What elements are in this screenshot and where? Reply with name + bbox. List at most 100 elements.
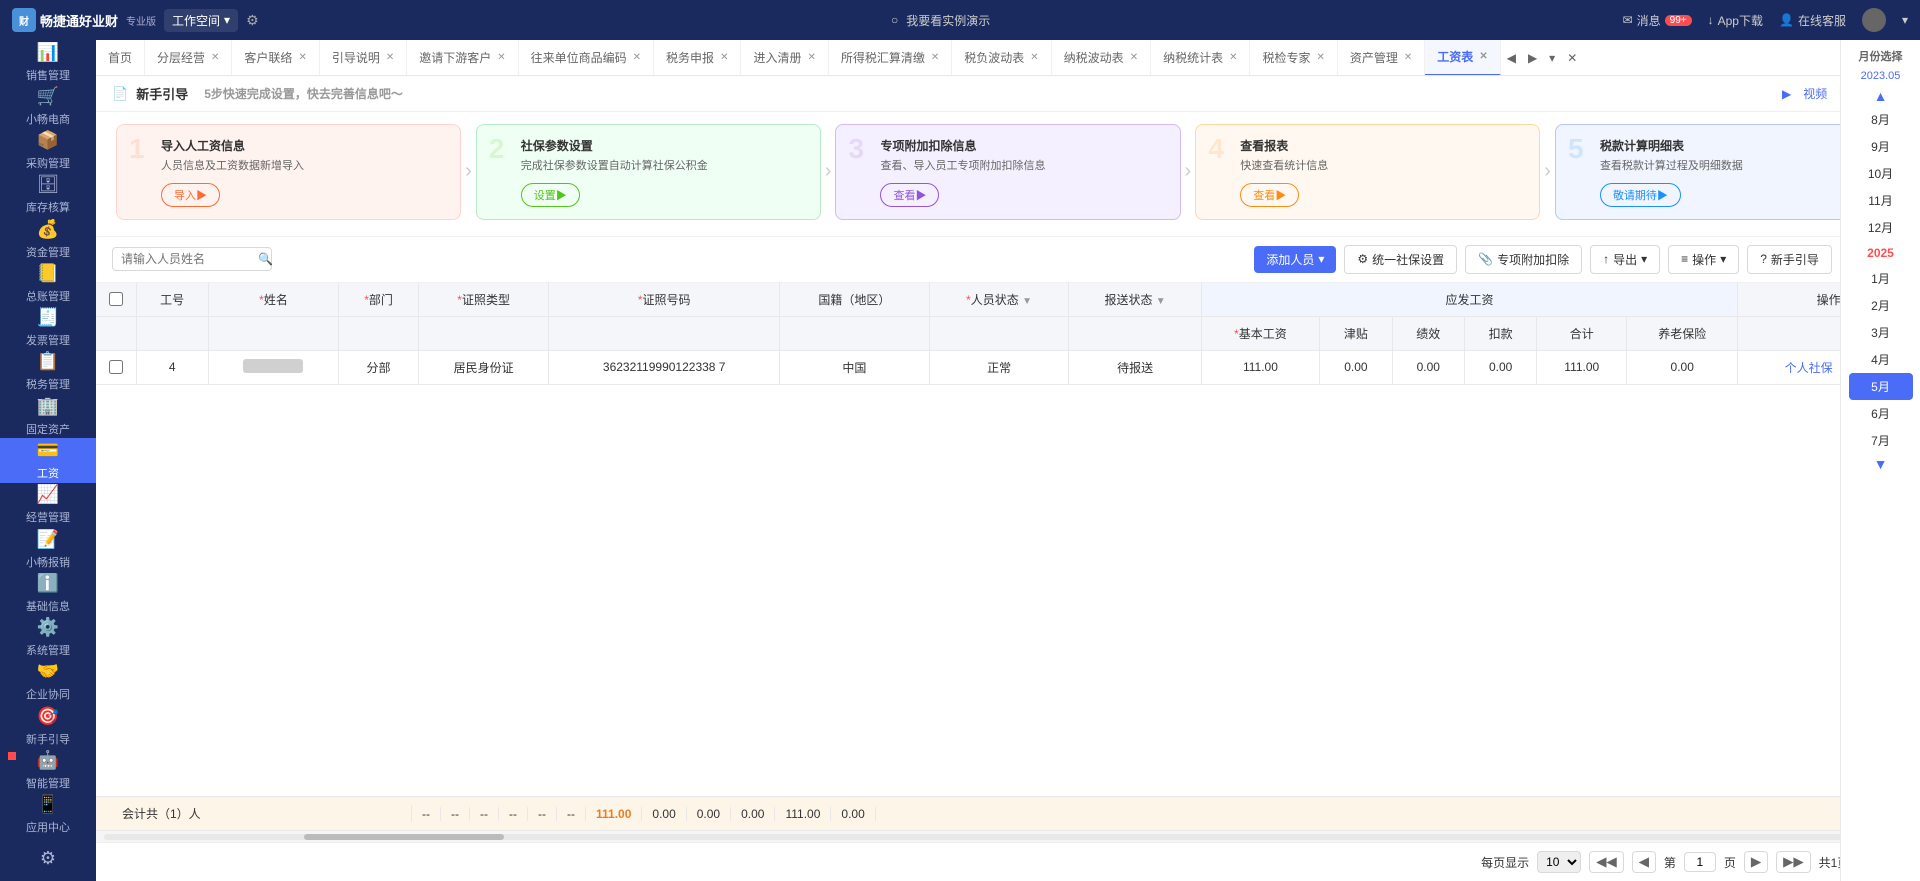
app-download-btn[interactable]: ↓ App下载 [1708, 12, 1763, 29]
close-icon[interactable]: ✕ [720, 52, 728, 63]
step3-btn[interactable]: 查看▶ [880, 183, 939, 207]
per-page-select[interactable]: 10 20 50 [1537, 851, 1581, 873]
guide-video-btn[interactable]: ▶ 视频 [1782, 85, 1827, 102]
sidebar-item-system[interactable]: ⚙️ 系统管理 [0, 615, 96, 659]
tab-invite[interactable]: 邀请下游客户 ✕ [407, 40, 518, 76]
next-page-btn[interactable]: ▶ [1744, 851, 1768, 873]
tab-nav-next[interactable]: ▶ [1522, 51, 1543, 65]
sidebar-item-inventory[interactable]: 🗄 库存核算 [0, 173, 96, 217]
close-icon[interactable]: ✕ [298, 52, 306, 63]
last-page-btn[interactable]: ▶▶ [1776, 851, 1811, 873]
sidebar-item-sales[interactable]: 📊 销售管理 [0, 40, 96, 84]
close-icon[interactable]: ✕ [1130, 52, 1138, 63]
row-checkbox[interactable] [109, 360, 123, 374]
month-9[interactable]: 9月 [1849, 133, 1913, 160]
month-11[interactable]: 11月 [1849, 187, 1913, 214]
sidebar-item-assets[interactable]: 🏢 固定资产 [0, 394, 96, 438]
special-deduction-btn[interactable]: 📎 专项附加扣除 [1465, 245, 1582, 274]
sidebar-item-ecommerce[interactable]: 🛒 小畅电商 [0, 84, 96, 128]
month-up-btn[interactable]: ▲ [1872, 86, 1890, 106]
sidebar-item-salary[interactable]: 💳 工资 [0, 438, 96, 482]
tab-asset-mgmt[interactable]: 资产管理 ✕ [1338, 40, 1425, 76]
workspace-selector[interactable]: 工作空间 ▾ [164, 9, 238, 32]
tab-customer[interactable]: 客户联络 ✕ [232, 40, 319, 76]
tab-tax-expert[interactable]: 税检专家 ✕ [1250, 40, 1337, 76]
close-icon[interactable]: ✕ [1317, 52, 1325, 63]
operation-btn[interactable]: ≡ 操作 ▾ [1668, 245, 1739, 274]
tab-salary[interactable]: 工资表 ✕ [1425, 40, 1500, 76]
tab-layered[interactable]: 分层经营 ✕ [145, 40, 232, 76]
sidebar-item-ai[interactable]: 🤖 智能管理 [0, 748, 96, 792]
export-btn[interactable]: ↑ 导出 ▾ [1590, 245, 1660, 274]
sidebar-item-finance[interactable]: 💰 资金管理 [0, 217, 96, 261]
search-input[interactable] [112, 247, 272, 271]
tab-product-code[interactable]: 往来单位商品编码 ✕ [519, 40, 654, 76]
step4-btn[interactable]: 查看▶ [1240, 183, 1299, 207]
close-icon[interactable]: ✕ [1404, 52, 1412, 63]
tab-nav-prev[interactable]: ◀ [1501, 51, 1522, 65]
sidebar-item-ledger[interactable]: 📒 总账管理 [0, 261, 96, 305]
month-4[interactable]: 4月 [1849, 346, 1913, 373]
tab-clearance[interactable]: 进入清册 ✕ [741, 40, 828, 76]
tab-tax-stats[interactable]: 纳税统计表 ✕ [1151, 40, 1250, 76]
step5-btn[interactable]: 敬请期待▶ [1600, 183, 1681, 207]
sidebar-item-tax[interactable]: 📋 税务管理 [0, 350, 96, 394]
sidebar-item-settings[interactable]: ⚙ [0, 837, 96, 881]
avatar[interactable] [1862, 8, 1886, 32]
prev-page-btn[interactable]: ◀ [1632, 851, 1656, 873]
first-page-btn[interactable]: ◀◀ [1589, 851, 1624, 873]
close-icon[interactable]: ✕ [931, 52, 939, 63]
settings-icon[interactable]: ⚙ [246, 12, 259, 29]
message-btn[interactable]: ✉ 消息 99+ [1623, 12, 1692, 29]
personal-social-link[interactable]: 个人社保 [1785, 361, 1833, 375]
tab-tax-wave[interactable]: 税负波动表 ✕ [952, 40, 1051, 76]
sidebar-item-operation[interactable]: 📈 经营管理 [0, 483, 96, 527]
status-filter-icon[interactable]: ▼ [1022, 296, 1032, 307]
tab-tax-declare[interactable]: 税务申报 ✕ [654, 40, 741, 76]
close-icon[interactable]: ✕ [1479, 51, 1487, 62]
new-guide-btn[interactable]: ? 新手引导 [1747, 245, 1832, 274]
close-icon[interactable]: ✕ [497, 52, 505, 63]
add-person-btn[interactable]: 添加人员 ▾ [1254, 246, 1336, 273]
month-7[interactable]: 7月 [1849, 427, 1913, 454]
tab-income-tax[interactable]: 所得税汇算清缴 ✕ [829, 40, 952, 76]
online-service-btn[interactable]: 👤 在线客服 [1779, 12, 1846, 29]
user-menu[interactable]: ▾ [1902, 13, 1908, 27]
tab-guide[interactable]: 引导说明 ✕ [320, 40, 407, 76]
step1-btn[interactable]: 导入▶ [161, 183, 220, 207]
month-5[interactable]: 5月 [1849, 373, 1913, 400]
report-filter-icon[interactable]: ▼ [1156, 296, 1166, 307]
horizontal-scrollbar[interactable] [96, 830, 1920, 842]
page-input[interactable] [1684, 852, 1716, 872]
tab-close-all[interactable]: ✕ [1561, 51, 1583, 65]
month-10[interactable]: 10月 [1849, 160, 1913, 187]
uniform-social-btn[interactable]: ⚙ 统一社保设置 [1344, 245, 1457, 274]
tab-tax-wave2[interactable]: 纳税波动表 ✕ [1052, 40, 1151, 76]
month-2[interactable]: 2月 [1849, 292, 1913, 319]
month-8[interactable]: 8月 [1849, 106, 1913, 133]
sidebar-item-purchase[interactable]: 📦 采购管理 [0, 129, 96, 173]
sidebar-item-basic[interactable]: ℹ️ 基础信息 [0, 571, 96, 615]
month-3[interactable]: 3月 [1849, 319, 1913, 346]
select-all-checkbox[interactable] [109, 292, 123, 306]
top-bar-demo[interactable]: ○ 我要看实例演示 [891, 12, 990, 29]
sidebar-item-expense[interactable]: 📝 小畅报销 [0, 527, 96, 571]
tab-more[interactable]: ▾ [1543, 51, 1561, 65]
year-2025[interactable]: 2025 [1849, 241, 1913, 265]
month-1[interactable]: 1月 [1849, 265, 1913, 292]
close-icon[interactable]: ✕ [807, 52, 815, 63]
sidebar-item-apps[interactable]: 📱 应用中心 [0, 793, 96, 837]
close-icon[interactable]: ✕ [386, 52, 394, 63]
close-icon[interactable]: ✕ [1030, 52, 1038, 63]
month-12[interactable]: 12月 [1849, 214, 1913, 241]
sidebar-item-guide[interactable]: 🎯 新手引导 [0, 704, 96, 748]
tab-home[interactable]: 首页 [96, 40, 145, 76]
close-icon[interactable]: ✕ [211, 52, 219, 63]
sidebar-item-invoice[interactable]: 🧾 发票管理 [0, 306, 96, 350]
month-down-btn[interactable]: ▼ [1872, 454, 1890, 474]
step2-btn[interactable]: 设置▶ [521, 183, 580, 207]
close-icon[interactable]: ✕ [1229, 52, 1237, 63]
close-icon[interactable]: ✕ [633, 52, 641, 63]
sidebar-item-corp[interactable]: 🤝 企业协同 [0, 660, 96, 704]
month-6[interactable]: 6月 [1849, 400, 1913, 427]
